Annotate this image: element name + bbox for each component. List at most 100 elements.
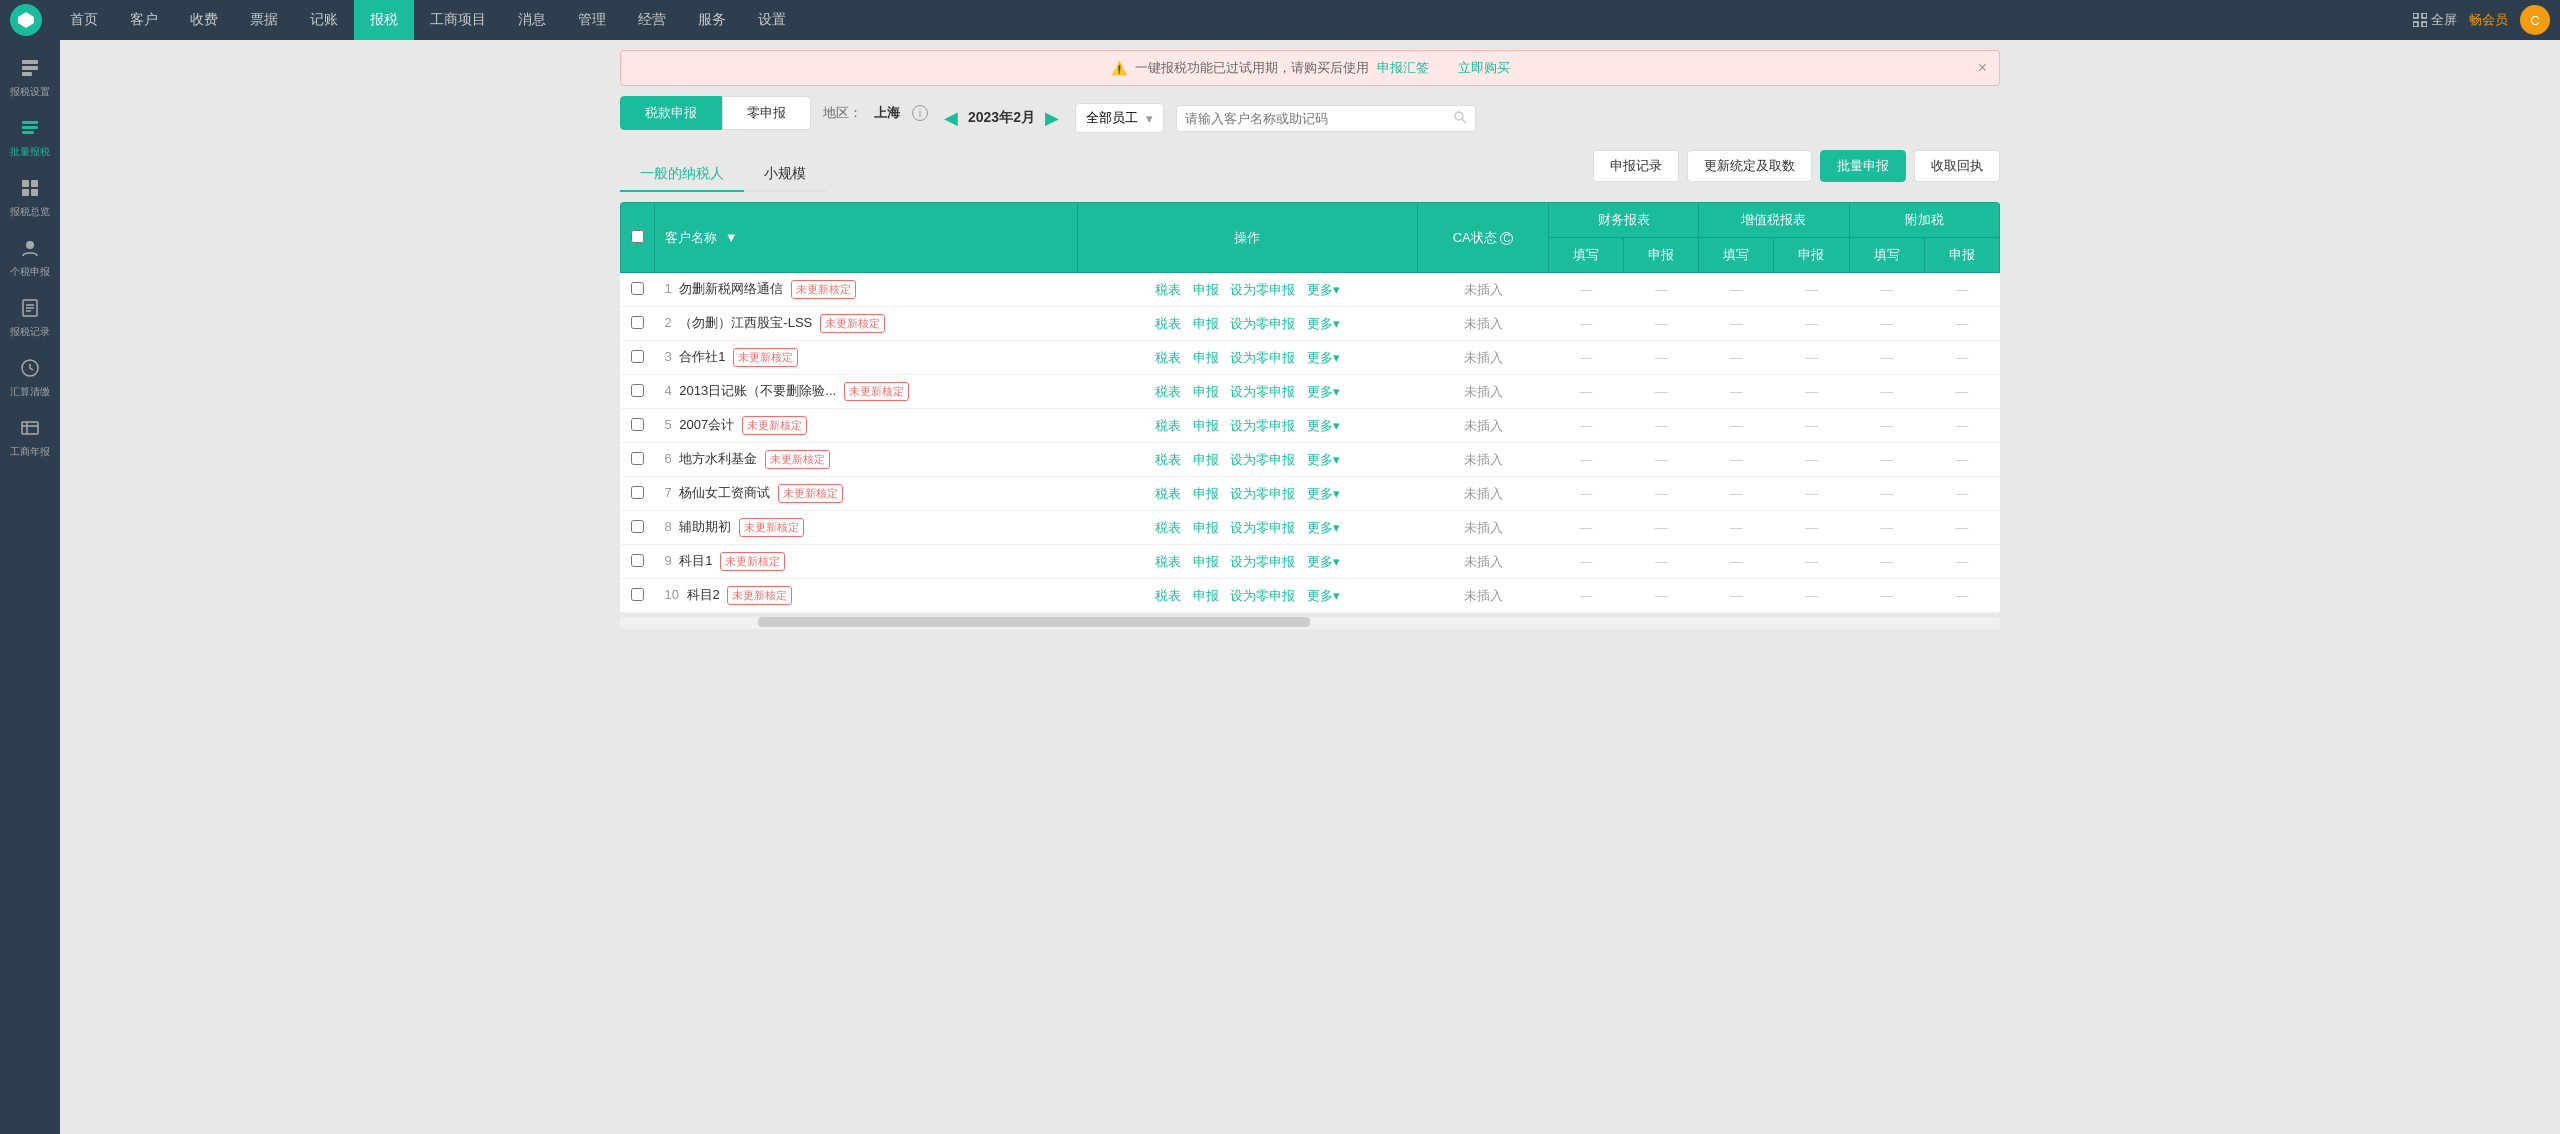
row-op-zero-5[interactable]: 设为零申报 [1230,452,1295,467]
row-op-tax-table-3[interactable]: 税表 [1155,384,1181,399]
row-checkbox-3[interactable] [621,375,655,409]
row-op-more-9[interactable]: 更多▾ [1307,588,1340,603]
row-op-zero-8[interactable]: 设为零申报 [1230,554,1295,569]
sidebar-item-tax-overview[interactable]: 报税总览 [2,170,58,226]
banner-link1[interactable]: 申报汇签 [1377,59,1429,77]
row-op-more-6[interactable]: 更多▾ [1307,486,1340,501]
tab-small-scale[interactable]: 小规模 [744,158,826,192]
row-op-zero-0[interactable]: 设为零申报 [1230,282,1295,297]
next-date-btn[interactable]: ▶ [1041,107,1063,129]
dept-selector[interactable]: 全部员工 ▾ [1075,103,1164,133]
row-checkbox-1[interactable] [621,307,655,341]
sidebar-item-tax-settings[interactable]: 报税设置 [2,50,58,106]
row-op-zero-2[interactable]: 设为零申报 [1230,350,1295,365]
row-op-tax-table-7[interactable]: 税表 [1155,520,1181,535]
location-info-icon[interactable]: i [912,105,928,121]
row-op-more-4[interactable]: 更多▾ [1307,418,1340,433]
sidebar-item-settlement[interactable]: 汇算清缴 [2,350,58,406]
search-input[interactable] [1185,111,1453,126]
prev-date-btn[interactable]: ◀ [940,107,962,129]
sidebar-item-personal-tax[interactable]: 个税申报 [2,230,58,286]
row-op-tax-table-0[interactable]: 税表 [1155,282,1181,297]
row-op-declare-2[interactable]: 申报 [1193,350,1219,365]
row-check-0[interactable] [631,282,644,295]
row-op-zero-6[interactable]: 设为零申报 [1230,486,1295,501]
row-check-6[interactable] [631,486,644,499]
row-op-declare-0[interactable]: 申报 [1193,282,1219,297]
nav-management[interactable]: 管理 [562,0,622,40]
update-stats-btn[interactable]: 更新统定及取数 [1687,150,1812,182]
row-op-zero-1[interactable]: 设为零申报 [1230,316,1295,331]
row-check-3[interactable] [631,384,644,397]
sidebar-item-annual-report[interactable]: 工商年报 [2,410,58,466]
row-check-4[interactable] [631,418,644,431]
nav-tax[interactable]: 报税 [354,0,414,40]
row-checkbox-5[interactable] [621,443,655,477]
declaration-record-btn[interactable]: 申报记录 [1593,150,1679,182]
row-op-more-2[interactable]: 更多▾ [1307,350,1340,365]
row-op-zero-3[interactable]: 设为零申报 [1230,384,1295,399]
row-op-more-5[interactable]: 更多▾ [1307,452,1340,467]
tab-tax-declaration[interactable]: 税款申报 [620,96,722,130]
nav-settings[interactable]: 设置 [742,0,802,40]
row-checkbox-7[interactable] [621,511,655,545]
search-icon[interactable] [1453,110,1467,127]
row-check-2[interactable] [631,350,644,363]
row-checkbox-6[interactable] [621,477,655,511]
nav-customer[interactable]: 客户 [114,0,174,40]
nav-home[interactable]: 首页 [54,0,114,40]
collect-return-btn[interactable]: 收取回执 [1914,150,2000,182]
nav-message[interactable]: 消息 [502,0,562,40]
row-op-more-0[interactable]: 更多▾ [1307,282,1340,297]
horizontal-scrollbar[interactable] [620,617,2000,629]
row-op-declare-3[interactable]: 申报 [1193,384,1219,399]
batch-declare-btn[interactable]: 批量申报 [1820,150,1906,182]
row-op-zero-9[interactable]: 设为零申报 [1230,588,1295,603]
ca-info-icon[interactable]: C [1500,232,1513,245]
sidebar-item-batch-tax[interactable]: 批量报税 [2,110,58,166]
sort-icon[interactable]: ▼ [725,230,738,245]
row-op-zero-7[interactable]: 设为零申报 [1230,520,1295,535]
nav-operation[interactable]: 经营 [622,0,682,40]
row-check-7[interactable] [631,520,644,533]
row-check-1[interactable] [631,316,644,329]
row-check-5[interactable] [631,452,644,465]
row-op-declare-6[interactable]: 申报 [1193,486,1219,501]
row-op-declare-1[interactable]: 申报 [1193,316,1219,331]
row-check-8[interactable] [631,554,644,567]
row-check-9[interactable] [631,588,644,601]
nav-invoice[interactable]: 票据 [234,0,294,40]
row-op-more-7[interactable]: 更多▾ [1307,520,1340,535]
row-op-zero-4[interactable]: 设为零申报 [1230,418,1295,433]
nav-service[interactable]: 服务 [682,0,742,40]
select-all-checkbox[interactable] [631,230,644,243]
row-op-tax-table-1[interactable]: 税表 [1155,316,1181,331]
nav-billing[interactable]: 收费 [174,0,234,40]
row-op-declare-8[interactable]: 申报 [1193,554,1219,569]
row-op-tax-table-2[interactable]: 税表 [1155,350,1181,365]
tab-general-taxpayer[interactable]: 一般的纳税人 [620,158,744,192]
row-op-more-1[interactable]: 更多▾ [1307,316,1340,331]
row-op-tax-table-8[interactable]: 税表 [1155,554,1181,569]
row-op-tax-table-4[interactable]: 税表 [1155,418,1181,433]
row-checkbox-2[interactable] [621,341,655,375]
row-op-tax-table-9[interactable]: 税表 [1155,588,1181,603]
row-checkbox-4[interactable] [621,409,655,443]
row-op-tax-table-6[interactable]: 税表 [1155,486,1181,501]
row-op-declare-4[interactable]: 申报 [1193,418,1219,433]
banner-close[interactable]: × [1978,59,1987,77]
row-op-declare-7[interactable]: 申报 [1193,520,1219,535]
sidebar-item-tax-record[interactable]: 报税记录 [2,290,58,346]
row-op-declare-9[interactable]: 申报 [1193,588,1219,603]
avatar[interactable]: C [2520,5,2550,35]
banner-link2[interactable]: 立即购买 [1458,59,1510,77]
row-checkbox-0[interactable] [621,273,655,307]
row-op-tax-table-5[interactable]: 税表 [1155,452,1181,467]
tab-zero-declaration[interactable]: 零申报 [722,96,811,130]
scrollbar-thumb[interactable] [758,617,1310,627]
row-op-more-8[interactable]: 更多▾ [1307,554,1340,569]
row-op-more-3[interactable]: 更多▾ [1307,384,1340,399]
logo[interactable] [10,4,42,36]
row-checkbox-9[interactable] [621,579,655,613]
nav-business[interactable]: 工商项目 [414,0,502,40]
